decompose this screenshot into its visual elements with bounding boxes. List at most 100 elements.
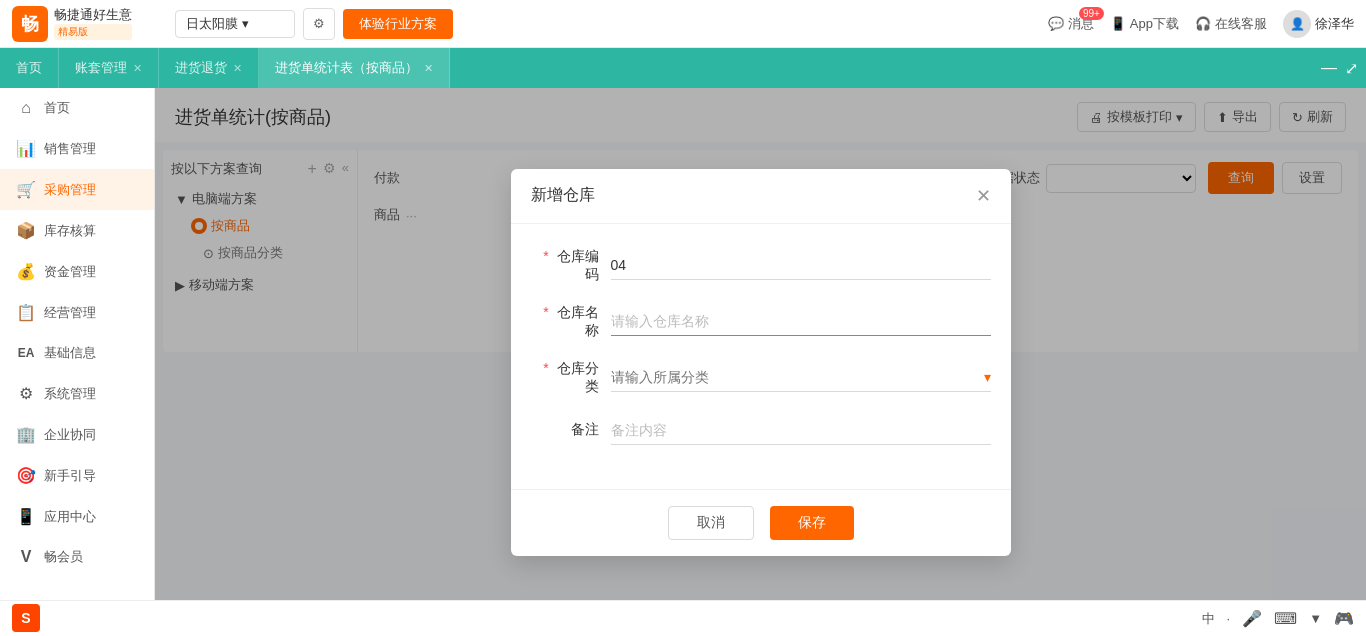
tab-purchase-return[interactable]: 进货退货 ✕: [159, 48, 259, 88]
form-row-code: * 仓库编码: [531, 248, 991, 284]
name-input[interactable]: [611, 307, 991, 336]
purchase-icon: 🛒: [16, 180, 36, 199]
enterprise-icon: 🏢: [16, 425, 36, 444]
modal-close-button[interactable]: ✕: [976, 185, 991, 207]
service-button[interactable]: 🎧 在线客服: [1195, 15, 1267, 33]
category-select-wrap[interactable]: ▾: [611, 363, 991, 392]
ime-toggle-icon[interactable]: ▼: [1309, 611, 1322, 626]
message-button[interactable]: 💬 消息 99+: [1048, 15, 1094, 33]
sales-icon: 📊: [16, 139, 36, 158]
code-required: *: [543, 248, 548, 264]
tab-home[interactable]: 首页: [0, 48, 59, 88]
sidebar-label-operations: 经营管理: [44, 304, 96, 322]
tab-purchase-stats[interactable]: 进货单统计表（按商品） ✕: [259, 48, 450, 88]
name-label-text: 仓库名称: [557, 304, 599, 338]
tab-accounts-close[interactable]: ✕: [133, 62, 142, 75]
cancel-button[interactable]: 取消: [668, 506, 754, 540]
logo-icon: 畅: [12, 6, 48, 42]
tab-home-label: 首页: [16, 59, 42, 77]
brand-bottom: S: [12, 604, 40, 632]
top-header: 畅 畅捷通好生意 精易版 日太阳膜 ▾ ⚙ 体验行业方案 💬 消息 99+ 📱 …: [0, 0, 1366, 48]
category-dropdown-icon: ▾: [984, 369, 991, 385]
basic-info-icon: EA: [16, 346, 36, 360]
tab-expand-icon[interactable]: ⤢: [1345, 59, 1358, 78]
operations-icon: 📋: [16, 303, 36, 322]
name-label: * 仓库名称: [531, 304, 611, 340]
store-selector[interactable]: 日太阳膜 ▾: [175, 10, 295, 38]
home-icon: ⌂: [16, 99, 36, 117]
sidebar-label-system: 系统管理: [44, 385, 96, 403]
logo-area: 畅 畅捷通好生意 精易版: [12, 6, 167, 42]
modal-body: * 仓库编码 * 仓库名称: [511, 224, 1011, 489]
remark-label: 备注: [531, 421, 611, 439]
sidebar-item-system[interactable]: ⚙ 系统管理: [0, 373, 154, 414]
category-required: *: [543, 360, 548, 376]
avatar: 👤: [1283, 10, 1311, 38]
sidebar-item-app-center[interactable]: 📱 应用中心: [0, 496, 154, 537]
modal-add-warehouse: 新增仓库 ✕ * 仓库编码 *: [511, 169, 1011, 556]
inventory-icon: 📦: [16, 221, 36, 240]
bottom-bar: S 中 · 🎤 ⌨ ▼ 🎮: [0, 600, 1366, 636]
brand-s-icon: S: [21, 610, 30, 626]
tab-purchase-return-close[interactable]: ✕: [233, 62, 242, 75]
user-area[interactable]: 👤 徐泽华: [1283, 10, 1354, 38]
system-icon: ⚙: [16, 384, 36, 403]
sidebar-item-basic-info[interactable]: EA 基础信息: [0, 333, 154, 373]
message-icon: 💬: [1048, 16, 1064, 31]
tab-purchase-stats-label: 进货单统计表（按商品）: [275, 59, 418, 77]
sidebar-item-membership[interactable]: V 畅会员: [0, 537, 154, 577]
form-row-category: * 仓库分类 ▾: [531, 360, 991, 396]
modal-header: 新增仓库 ✕: [511, 169, 1011, 224]
sidebar-item-finance[interactable]: 💰 资金管理: [0, 251, 154, 292]
name-required: *: [543, 304, 548, 320]
brand-bottom-logo: S: [12, 604, 40, 632]
code-label-text: 仓库编码: [557, 248, 599, 282]
sidebar-item-enterprise[interactable]: 🏢 企业协同: [0, 414, 154, 455]
sidebar-label-finance: 资金管理: [44, 263, 96, 281]
app-icon: 📱: [1110, 16, 1126, 31]
sidebar-label-membership: 畅会员: [44, 548, 83, 566]
sidebar-label-home: 首页: [44, 99, 70, 117]
sidebar-label-inventory: 库存核算: [44, 222, 96, 240]
tab-accounts[interactable]: 账套管理 ✕: [59, 48, 159, 88]
guide-icon: 🎯: [16, 466, 36, 485]
nav-tabs: 首页 账套管理 ✕ 进货退货 ✕ 进货单统计表（按商品） ✕ — ⤢: [0, 48, 1366, 88]
form-row-remark: 备注: [531, 416, 991, 445]
tab-purchase-return-label: 进货退货: [175, 59, 227, 77]
logo-text: 畅捷通好生意: [54, 7, 132, 24]
sidebar-label-enterprise: 企业协同: [44, 426, 96, 444]
sidebar-item-purchase[interactable]: 🛒 采购管理: [0, 169, 154, 210]
sidebar-item-guide[interactable]: 🎯 新手引导: [0, 455, 154, 496]
code-label: * 仓库编码: [531, 248, 611, 284]
sidebar-item-operations[interactable]: 📋 经营管理: [0, 292, 154, 333]
service-label: 在线客服: [1215, 15, 1267, 33]
remark-input[interactable]: [611, 416, 991, 445]
code-input[interactable]: [611, 251, 991, 280]
game-icon[interactable]: 🎮: [1334, 609, 1354, 628]
sidebar-item-sales[interactable]: 📊 销售管理: [0, 128, 154, 169]
modal-overlay: 新增仓库 ✕ * 仓库编码 *: [155, 88, 1366, 636]
gear-button[interactable]: ⚙: [303, 8, 335, 40]
ime-cn-button[interactable]: 中: [1202, 610, 1215, 628]
keyboard-icon[interactable]: ⌨: [1274, 609, 1297, 628]
category-input[interactable]: [611, 369, 984, 385]
trial-button[interactable]: 体验行业方案: [343, 9, 453, 39]
tab-actions: — ⤢: [1313, 48, 1366, 88]
app-download-button[interactable]: 📱 App下载: [1110, 15, 1179, 33]
sidebar-label-basic-info: 基础信息: [44, 344, 96, 362]
sidebar-item-home[interactable]: ⌂ 首页: [0, 88, 154, 128]
logo-badge: 精易版: [54, 24, 132, 40]
header-right: 💬 消息 99+ 📱 App下载 🎧 在线客服 👤 徐泽华: [1048, 10, 1354, 38]
sidebar-label-sales: 销售管理: [44, 140, 96, 158]
modal-footer: 取消 保存: [511, 489, 1011, 556]
sidebar-item-inventory[interactable]: 📦 库存核算: [0, 210, 154, 251]
save-button[interactable]: 保存: [770, 506, 854, 540]
form-row-name: * 仓库名称: [531, 304, 991, 340]
mic-icon[interactable]: 🎤: [1242, 609, 1262, 628]
ime-dot-button[interactable]: ·: [1227, 611, 1231, 626]
tab-minimize-icon[interactable]: —: [1321, 59, 1337, 77]
gear-icon: ⚙: [313, 16, 325, 31]
content-area: 进货单统计(按商品) 🖨 按模板打印 ▾ ⬆ 导出 ↻ 刷新: [155, 88, 1366, 636]
tab-purchase-stats-close[interactable]: ✕: [424, 62, 433, 75]
app-label: App下载: [1130, 15, 1179, 33]
